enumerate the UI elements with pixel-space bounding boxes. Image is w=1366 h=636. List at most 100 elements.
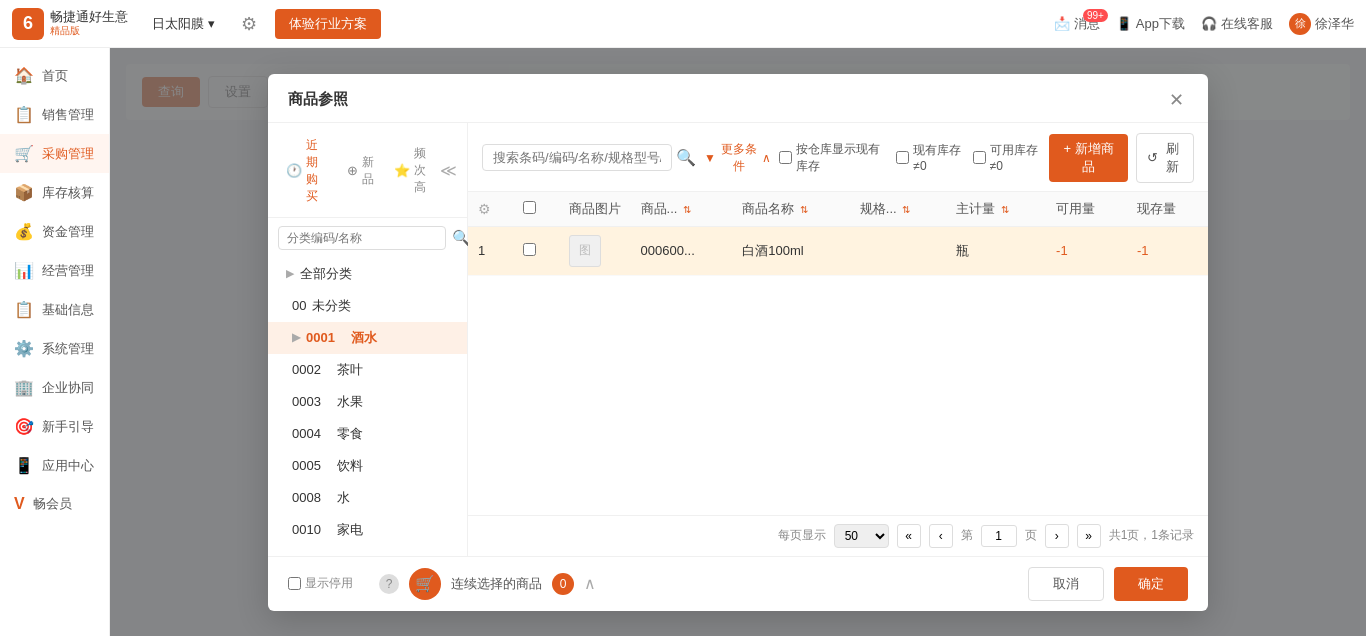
nav-dropdown[interactable]: 日太阳膜 ▾ xyxy=(144,11,223,37)
cell-image: 图 xyxy=(559,226,631,275)
modal-title: 商品参照 xyxy=(288,90,348,109)
sidebar-item-basic-info[interactable]: 📋 基础信息 xyxy=(0,290,109,329)
online-service-btn[interactable]: 🎧 在线客服 xyxy=(1201,15,1273,33)
cell-name: 白酒100ml xyxy=(732,226,849,275)
cat-drinks[interactable]: 0005 饮料 xyxy=(268,450,467,482)
row-checkbox[interactable] xyxy=(523,243,536,256)
sort-icon-name: ⇅ xyxy=(800,204,808,215)
footer-right: 取消 确定 xyxy=(1028,567,1188,601)
more-conditions-button[interactable]: ▼ 更多条件 ∧ xyxy=(704,141,771,175)
category-search-input[interactable] xyxy=(278,226,446,250)
col-unit[interactable]: 主计量 ⇅ xyxy=(946,192,1046,227)
check-existing-stock[interactable]: 现有库存≠0 xyxy=(896,142,964,173)
brand-name: 畅捷通好生意 xyxy=(50,9,128,25)
sidebar-item-system[interactable]: ⚙️ 系统管理 xyxy=(0,329,109,368)
user-menu[interactable]: 徐 徐泽华 xyxy=(1289,13,1354,35)
system-icon: ⚙️ xyxy=(14,339,34,358)
table-row[interactable]: 1 图 000600... xyxy=(468,226,1208,275)
modal-overlay: 商品参照 ✕ 🕐 近期购买 ⊕ xyxy=(110,48,1366,636)
cat-tea[interactable]: 0002 茶叶 xyxy=(268,354,467,386)
footer-left: 显示停用 xyxy=(288,575,353,592)
tab-new[interactable]: ⊕ 新品 xyxy=(339,150,382,192)
cat-snacks[interactable]: 0004 零食 xyxy=(268,418,467,450)
cart-icon-button[interactable]: 🛒 xyxy=(409,568,441,600)
sidebar-item-vip[interactable]: V 畅会员 xyxy=(0,485,109,523)
nav-right: 📩 消息 99+ 📱 App下载 🎧 在线客服 徐 徐泽华 xyxy=(1054,13,1354,35)
chevron-up-icon: ∧ xyxy=(762,151,771,165)
settings-button[interactable]: ⚙ xyxy=(235,10,263,38)
bell-icon: 📩 xyxy=(1054,16,1070,31)
next-page-button[interactable]: › xyxy=(1045,524,1069,548)
checkbox-existing-stock[interactable] xyxy=(896,151,909,164)
sidebar-item-apps[interactable]: 📱 应用中心 xyxy=(0,446,109,485)
modal-body: 🕐 近期购买 ⊕ 新品 ⭐ 频次高 ≪ xyxy=(268,123,1208,556)
sidebar: 🏠 首页 📋 销售管理 🛒 采购管理 📦 库存核算 💰 资金管理 📊 经营管理 … xyxy=(0,48,110,636)
col-spec[interactable]: 规格... ⇅ xyxy=(850,192,947,227)
cat-unclassified[interactable]: 00 未分类 xyxy=(268,290,467,322)
sidebar-item-guide[interactable]: 🎯 新手引导 xyxy=(0,407,109,446)
collapse-left-button[interactable]: ≪ xyxy=(440,161,457,180)
check-available-stock[interactable]: 可用库存≠0 xyxy=(973,142,1041,173)
cell-unit: 瓶 xyxy=(946,226,1046,275)
sidebar-item-home[interactable]: 🏠 首页 xyxy=(0,56,109,95)
select-all-checkbox[interactable] xyxy=(523,201,536,214)
cell-check[interactable] xyxy=(513,226,558,275)
add-product-button[interactable]: + 新增商品 xyxy=(1049,134,1128,182)
help-icon[interactable]: ? xyxy=(379,574,399,594)
display-disabled-checkbox[interactable] xyxy=(288,577,301,590)
cell-code: 000600... xyxy=(631,226,733,275)
product-search-input[interactable] xyxy=(482,144,672,171)
collab-icon: 🏢 xyxy=(14,378,34,397)
collapse-footer-button[interactable]: ∧ xyxy=(584,574,596,593)
sidebar-item-sales[interactable]: 📋 销售管理 xyxy=(0,95,109,134)
col-gear[interactable]: ⚙ xyxy=(468,192,513,227)
cat-appliance[interactable]: 0010 家电 xyxy=(268,514,467,546)
pagination: 每页显示 50 20 100 « ‹ 第 页 › xyxy=(468,515,1208,556)
last-page-button[interactable]: » xyxy=(1077,524,1101,548)
app-download-btn[interactable]: 📱 App下载 xyxy=(1116,15,1185,33)
product-modal: 商品参照 ✕ 🕐 近期购买 ⊕ xyxy=(268,74,1208,611)
sidebar-item-finance[interactable]: 💰 资金管理 xyxy=(0,212,109,251)
prev-page-button[interactable]: ‹ xyxy=(929,524,953,548)
page-number-input[interactable] xyxy=(981,525,1017,547)
check-warehouse[interactable]: 按仓库显示现有库存 xyxy=(779,141,888,175)
message-badge: 99+ xyxy=(1083,9,1108,22)
cancel-button[interactable]: 取消 xyxy=(1028,567,1104,601)
arrow-icon: ▶ xyxy=(286,267,294,280)
col-name[interactable]: 商品名称 ⇅ xyxy=(732,192,849,227)
first-page-button[interactable]: « xyxy=(897,524,921,548)
modal-close-button[interactable]: ✕ xyxy=(1164,88,1188,112)
product-table-wrapper: ⚙ 商品图片 商品... ⇅ 商品名称 xyxy=(468,192,1208,515)
sidebar-item-stock[interactable]: 📦 库存核算 xyxy=(0,173,109,212)
selected-count: 0 xyxy=(552,573,574,595)
footer-center: ? 🛒 连续选择的商品 0 ∧ xyxy=(379,568,596,600)
messages-btn[interactable]: 📩 消息 99+ xyxy=(1054,15,1100,33)
col-code[interactable]: 商品... ⇅ xyxy=(631,192,733,227)
vip-icon: V xyxy=(14,495,25,513)
display-disabled-label[interactable]: 显示停用 xyxy=(288,575,353,592)
cat-liquor[interactable]: ▶ 0001 酒水 xyxy=(268,322,467,354)
col-available: 可用量 xyxy=(1046,192,1127,227)
col-checkbox[interactable] xyxy=(513,192,558,227)
cat-fruit[interactable]: 0003 水果 xyxy=(268,386,467,418)
confirm-button[interactable]: 确定 xyxy=(1114,567,1188,601)
refresh-button[interactable]: ↺ 刷新 xyxy=(1136,133,1194,183)
modal-left-panel: 🕐 近期购买 ⊕ 新品 ⭐ 频次高 ≪ xyxy=(268,123,468,556)
trial-button[interactable]: 体验行业方案 xyxy=(275,9,381,39)
cat-all[interactable]: ▶ 全部分类 xyxy=(268,258,467,290)
checkbox-available-stock[interactable] xyxy=(973,151,986,164)
sidebar-item-collab[interactable]: 🏢 企业协同 xyxy=(0,368,109,407)
tab-frequent[interactable]: ⭐ 频次高 xyxy=(386,141,436,200)
home-icon: 🏠 xyxy=(14,66,34,85)
sidebar-item-purchase[interactable]: 🛒 采购管理 xyxy=(0,134,109,173)
apps-icon: 📱 xyxy=(14,456,34,475)
per-page-select[interactable]: 50 20 100 xyxy=(834,524,889,548)
cat-water[interactable]: 0008 水 xyxy=(268,482,467,514)
checkbox-warehouse[interactable] xyxy=(779,151,792,164)
logo-area: 6 畅捷通好生意 精品版 xyxy=(12,8,132,40)
product-search-button[interactable]: 🔍 xyxy=(676,148,696,167)
tab-recent[interactable]: 🕐 近期购买 xyxy=(278,133,335,209)
col-stock: 现存量 xyxy=(1127,192,1208,227)
cell-spec xyxy=(850,226,947,275)
sidebar-item-operations[interactable]: 📊 经营管理 xyxy=(0,251,109,290)
